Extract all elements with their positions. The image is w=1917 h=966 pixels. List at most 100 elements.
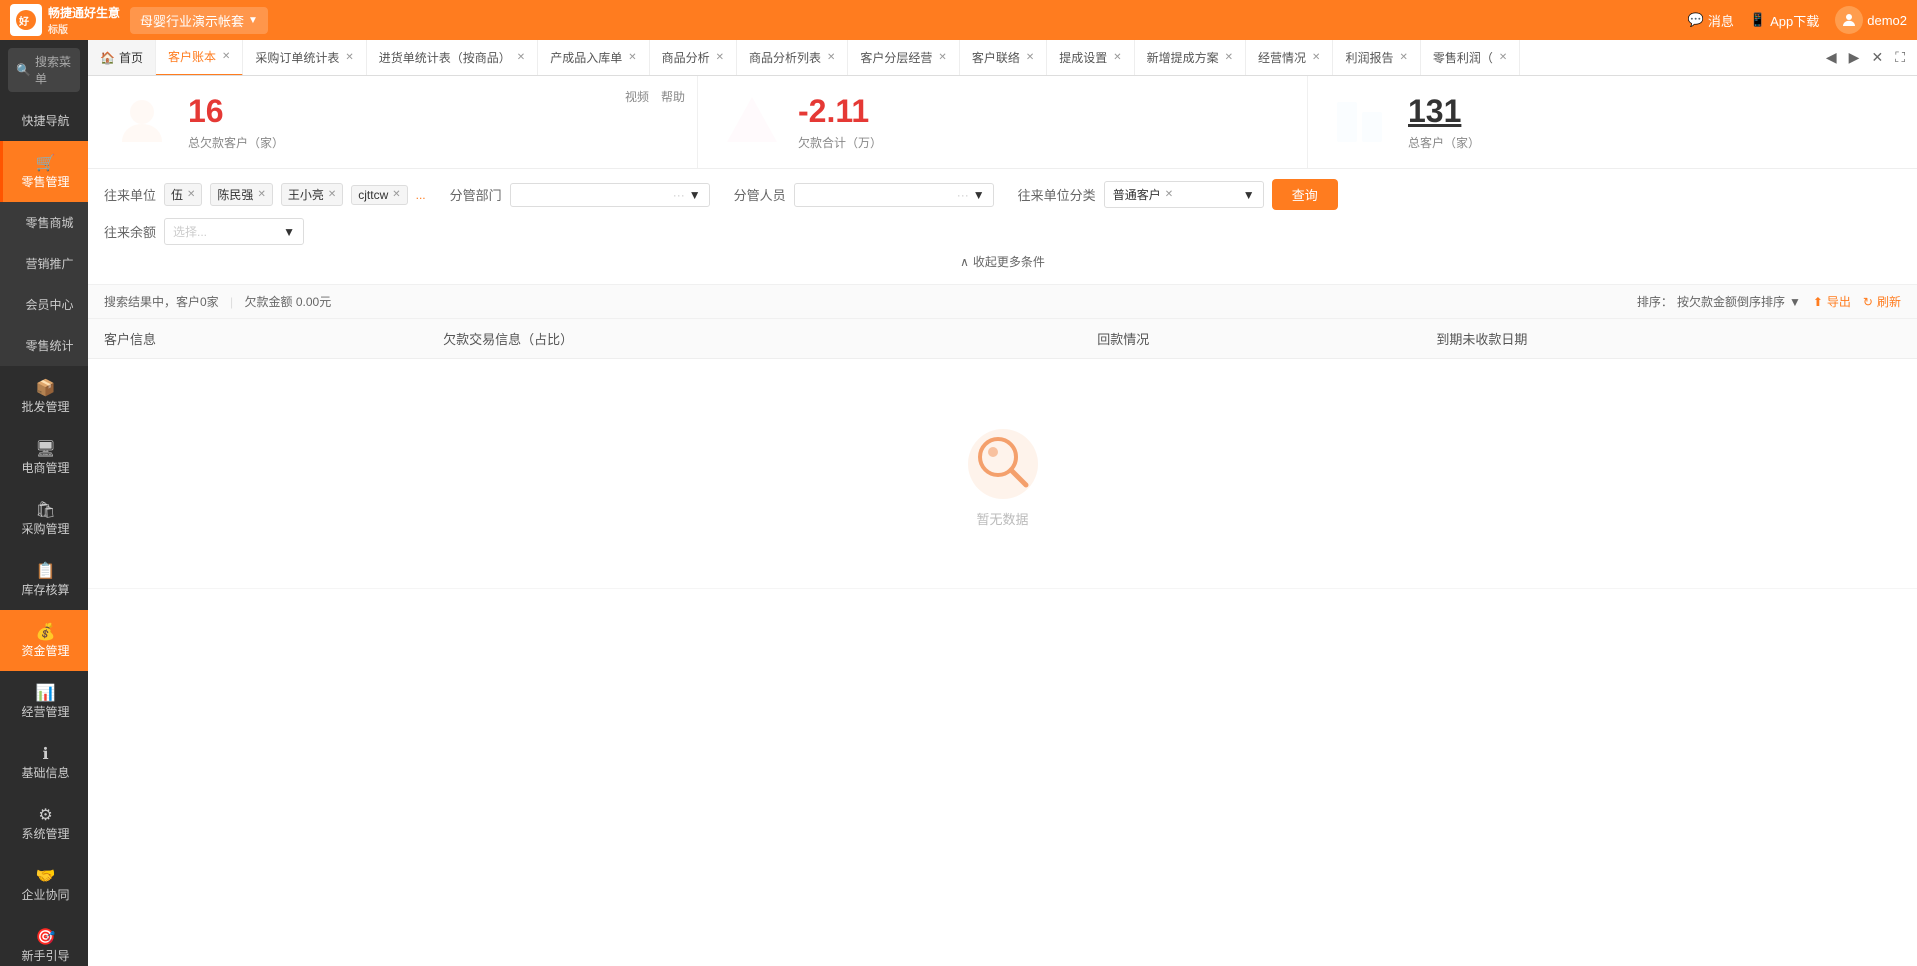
- chevron-down-category-icon: ▼: [1243, 188, 1255, 202]
- tab-goods-analysis-close[interactable]: ✕: [716, 52, 724, 63]
- sidebar-item-finance[interactable]: 💰 资金管理: [0, 610, 88, 671]
- query-button[interactable]: 查询: [1272, 179, 1338, 210]
- top-bar: 好 畅捷通好生意 标版 母婴行业演示帐套 ▼ 💬 消息 📱 App下载: [0, 0, 1917, 40]
- tab-scroll-right-btn[interactable]: ▶: [1845, 47, 1864, 68]
- main-area: 🔍 搜索菜单 快捷导航 🛒 零售管理 零售商城 营销推广 会员中心 零售统计: [0, 40, 1917, 966]
- content-area: 🏠 首页 客户账本 ✕ 采购订单统计表 ✕ 进货单统计表（按商品） ✕ 产成品入…: [88, 40, 1917, 966]
- tab-new-achievement-label: 新增提成方案: [1147, 49, 1219, 66]
- sidebar-search-area[interactable]: 🔍 搜索菜单: [0, 40, 88, 100]
- sidebar-item-purchase[interactable]: 🛍 采购管理: [0, 488, 88, 549]
- search-result-text: 搜索结果中，客户0家: [104, 295, 219, 309]
- tab-goods-analysis-list[interactable]: 商品分析列表 ✕: [737, 40, 848, 76]
- tab-accounts-close[interactable]: ✕: [222, 51, 230, 62]
- filter-tag-cjttcw-close[interactable]: ✕: [392, 189, 400, 200]
- filter-tag-chen-close[interactable]: ✕: [257, 189, 265, 200]
- table-header: 客户信息 欠款交易信息（占比） 回款情况 到期未收款日期: [88, 319, 1917, 359]
- dept-dropdown[interactable]: ··· ▼: [510, 183, 710, 207]
- tab-customer-tier-label: 客户分层经营: [860, 49, 932, 66]
- logo-area: 好 畅捷通好生意 标版: [10, 4, 120, 36]
- tab-goods-analysis-list-close[interactable]: ✕: [827, 52, 835, 63]
- account-dropdown[interactable]: 母婴行业演示帐套 ▼: [130, 7, 268, 34]
- sidebar-item-retail-mall[interactable]: 零售商城: [0, 202, 88, 243]
- person-dropdown[interactable]: ··· ▼: [794, 183, 994, 207]
- message-btn[interactable]: 💬 消息: [1688, 11, 1734, 30]
- tab-maximize-btn[interactable]: ⛶: [1891, 47, 1909, 68]
- filter-tag-wang-close[interactable]: ✕: [328, 189, 336, 200]
- tab-goods-analysis[interactable]: 商品分析 ✕: [650, 40, 737, 76]
- tab-prompt-settings[interactable]: 提成设置 ✕: [1047, 40, 1134, 76]
- top-right-area: 💬 消息 📱 App下载 demo2: [1688, 6, 1907, 34]
- tab-home[interactable]: 🏠 首页: [88, 40, 156, 76]
- tab-operation-status-close[interactable]: ✕: [1312, 52, 1320, 63]
- sidebar-item-ecommerce[interactable]: 🖥 电商管理: [0, 427, 88, 488]
- balance-dropdown[interactable]: 选择... ▼: [164, 218, 304, 245]
- sidebar-item-quick-nav[interactable]: 快捷导航: [0, 100, 88, 141]
- sort-button[interactable]: 排序： 按欠款金额倒序排序 ▼: [1637, 293, 1801, 310]
- unit-category-tag-close[interactable]: ✕: [1165, 189, 1173, 200]
- export-button[interactable]: ⬆ 导出: [1813, 293, 1851, 310]
- sidebar-item-operation[interactable]: 📊 经营管理: [0, 671, 88, 732]
- tab-retail-profit[interactable]: 零售利润（ ✕: [1421, 40, 1520, 76]
- collapse-button[interactable]: ∧ 收起更多条件: [960, 253, 1045, 270]
- refresh-button[interactable]: ↻ 刷新: [1863, 293, 1901, 310]
- user-profile[interactable]: demo2: [1835, 6, 1907, 34]
- more-unit-tags[interactable]: ...: [416, 188, 426, 202]
- tab-production-inbound-close[interactable]: ✕: [628, 52, 636, 63]
- member-label: 会员中心: [19, 296, 80, 313]
- tab-retail-profit-close[interactable]: ✕: [1499, 52, 1507, 63]
- sidebar-item-marketing[interactable]: 营销推广: [0, 243, 88, 284]
- total-customers-label: 总客户（家）: [1408, 134, 1480, 151]
- tab-inbound-stats[interactable]: 进货单统计表（按商品） ✕: [367, 40, 538, 76]
- tab-new-achievement-close[interactable]: ✕: [1225, 52, 1233, 63]
- sidebar-item-retail[interactable]: 🛒 零售管理: [0, 141, 88, 202]
- account-label: 母婴行业演示帐套: [140, 11, 244, 30]
- video-link[interactable]: 视频: [625, 88, 649, 105]
- tab-close-all-btn[interactable]: ✕: [1867, 47, 1887, 68]
- tab-prompt-settings-close[interactable]: ✕: [1113, 52, 1121, 63]
- tab-customer-tier[interactable]: 客户分层经营 ✕: [848, 40, 959, 76]
- app-download-btn[interactable]: 📱 App下载: [1750, 11, 1819, 30]
- summary-text-total: 131 总客户（家）: [1408, 93, 1480, 151]
- wholesale-label: 批发管理: [11, 398, 80, 415]
- filter-tag-wang-text: 王小亮: [288, 186, 324, 203]
- search-menu-btn[interactable]: 🔍 搜索菜单: [8, 48, 80, 92]
- help-link[interactable]: 帮助: [661, 88, 685, 105]
- purchase-label: 采购管理: [11, 520, 80, 537]
- person-filter-label: 分管人员: [734, 185, 786, 204]
- tab-scroll-left-btn[interactable]: ◀: [1822, 47, 1841, 68]
- mobile-icon: 📱: [1750, 12, 1766, 28]
- tab-customer-contact-close[interactable]: ✕: [1026, 52, 1034, 63]
- tab-inbound-stats-close[interactable]: ✕: [517, 52, 525, 63]
- sidebar-item-newbie[interactable]: 🎯 新手引导: [0, 915, 88, 966]
- retail-icon: 🛒: [11, 153, 80, 173]
- username: demo2: [1867, 13, 1907, 28]
- tab-customer-contact[interactable]: 客户联络 ✕: [960, 40, 1047, 76]
- debt-amount-bg-icon: +: [722, 92, 782, 152]
- tab-operation-status[interactable]: 经营情况 ✕: [1246, 40, 1333, 76]
- total-customers-value[interactable]: 131: [1408, 93, 1480, 130]
- sidebar-item-basic[interactable]: ℹ 基础信息: [0, 732, 88, 793]
- tab-accounts[interactable]: 客户账本 ✕: [156, 40, 243, 76]
- operation-icon: 📊: [11, 683, 80, 703]
- tab-bar: 🏠 首页 客户账本 ✕ 采购订单统计表 ✕ 进货单统计表（按商品） ✕ 产成品入…: [88, 40, 1917, 76]
- tab-purchase-orders-close[interactable]: ✕: [345, 52, 353, 63]
- total-debt-customers-label: 总欠款客户（家）: [188, 134, 284, 151]
- filter-tag-wu-close[interactable]: ✕: [187, 189, 195, 200]
- sidebar-item-enterprise-coop[interactable]: 🤝 企业协同: [0, 854, 88, 915]
- tab-purchase-orders[interactable]: 采购订单统计表 ✕: [243, 40, 366, 76]
- summary-card-total-customers: 131 总客户（家）: [1308, 76, 1917, 168]
- separator: |: [230, 295, 233, 309]
- unit-category-dropdown[interactable]: 普通客户 ✕ ▼: [1104, 181, 1264, 208]
- sidebar-item-retail-stats[interactable]: 零售统计: [0, 325, 88, 366]
- sidebar-item-member[interactable]: 会员中心: [0, 284, 88, 325]
- tab-profit-report[interactable]: 利润报告 ✕: [1333, 40, 1420, 76]
- ecommerce-icon: 🖥: [11, 439, 80, 459]
- tab-profit-report-close[interactable]: ✕: [1399, 52, 1407, 63]
- tab-customer-tier-close[interactable]: ✕: [938, 52, 946, 63]
- sidebar-item-inventory[interactable]: 📋 库存核算: [0, 549, 88, 610]
- unit-filter-label: 往来单位: [104, 185, 156, 204]
- tab-new-achievement[interactable]: 新增提成方案 ✕: [1135, 40, 1246, 76]
- sidebar-item-system[interactable]: ⚙ 系统管理: [0, 793, 88, 854]
- sidebar-item-wholesale[interactable]: 📦 批发管理: [0, 366, 88, 427]
- tab-production-inbound[interactable]: 产成品入库单 ✕: [538, 40, 649, 76]
